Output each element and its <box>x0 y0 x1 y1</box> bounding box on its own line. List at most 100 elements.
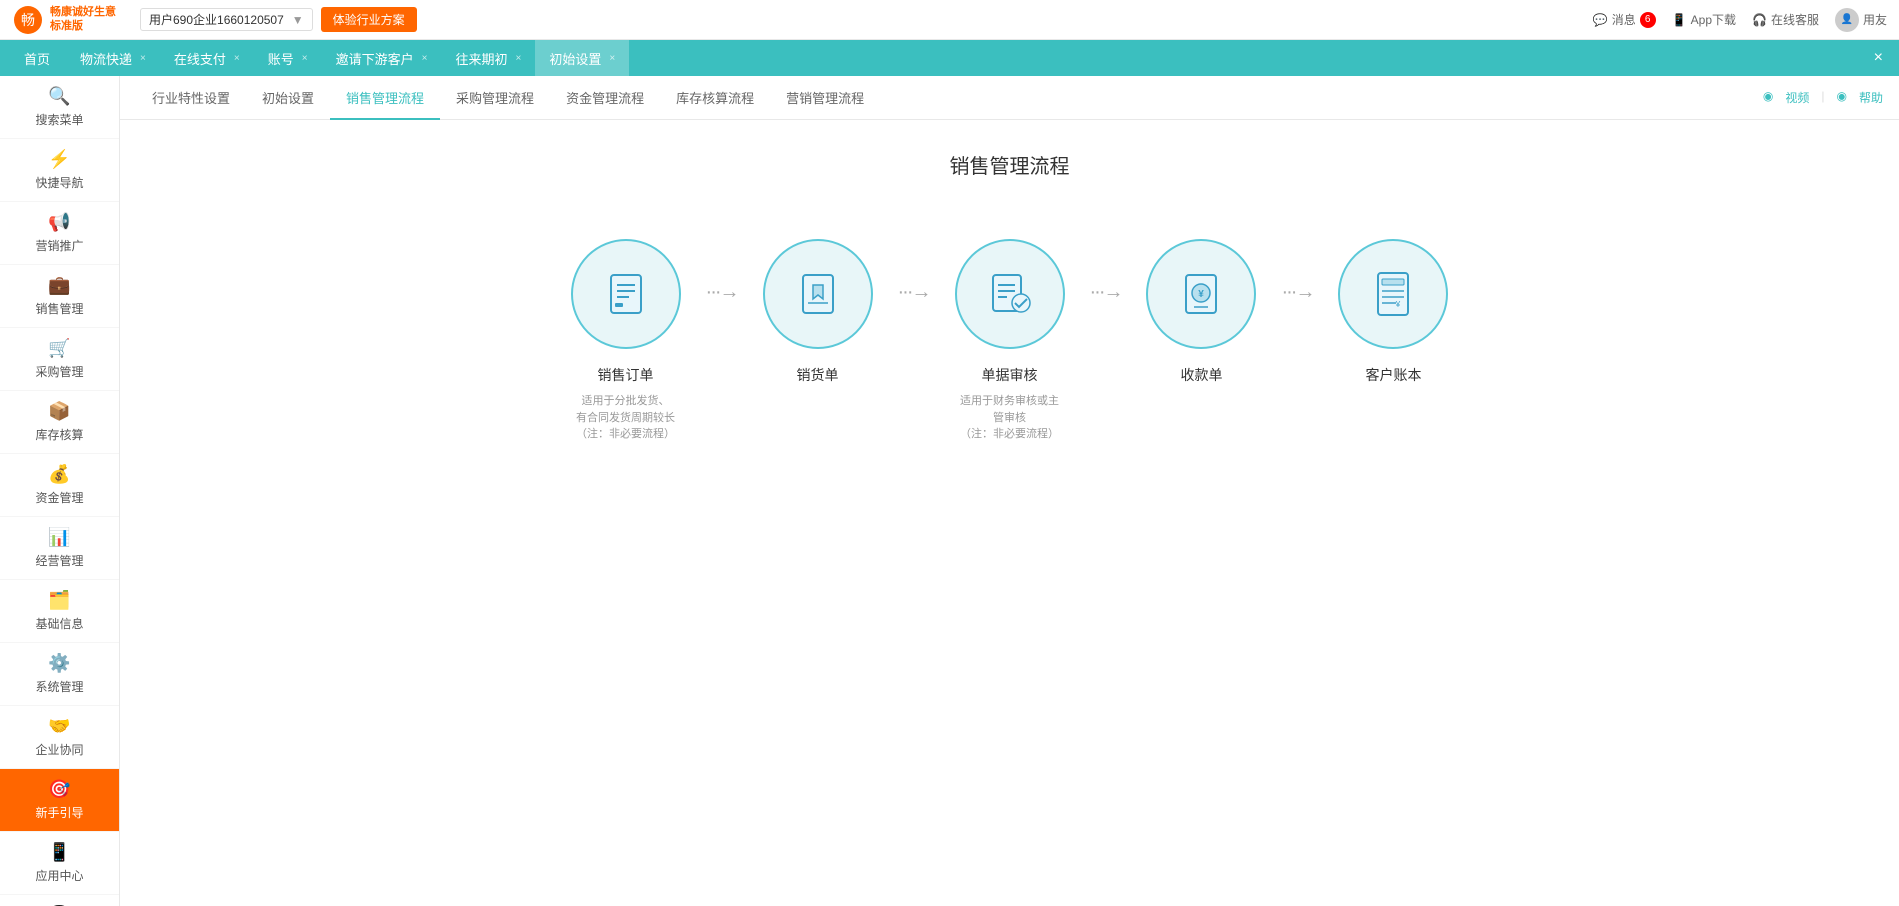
app-icon: 📱 <box>1672 13 1687 27</box>
sidebar-item-label: 企业协同 <box>35 741 83 758</box>
dropdown-arrow-icon: ▼ <box>292 13 304 27</box>
logo-icon: 畅 <box>12 4 44 36</box>
enterprise-icon: 🤝 <box>48 716 70 737</box>
step-label-receipt: 收款单 <box>1180 365 1222 385</box>
nav-tab-logistics[interactable]: 物流快递 × <box>66 40 160 76</box>
close-icon[interactable]: × <box>515 53 521 64</box>
headset-icon: 🎧 <box>1752 13 1767 27</box>
close-all-tabs-button[interactable]: × <box>1866 49 1891 67</box>
subtab-initial[interactable]: 初始设置 <box>246 76 330 120</box>
help-icon: ◉ <box>1837 89 1847 106</box>
inventory-icon: 📦 <box>48 401 70 422</box>
flow-step-audit: 单据审核 适用于财务审核或主管审核（注：非必要流程） <box>930 239 1090 443</box>
step-label-audit: 单据审核 <box>982 365 1038 385</box>
subtab-finance-flow[interactable]: 资金管理流程 <box>550 76 660 120</box>
user-selector[interactable]: 用户690企业1660120507 ▼ <box>140 8 313 31</box>
message-icon: 💬 <box>1593 13 1608 27</box>
subtab-industry[interactable]: 行业特性设置 <box>136 76 246 120</box>
sidebar-item-inventory[interactable]: 📦 库存核算 <box>0 391 119 454</box>
user-menu-button[interactable]: 👤 用友 <box>1835 8 1887 32</box>
flow-circle-audit <box>955 239 1065 349</box>
video-button[interactable]: 视频 <box>1785 89 1809 106</box>
sidebar-item-label: 库存核算 <box>35 426 83 443</box>
sidebar-item-wechat[interactable]: 💬 企业微信 <box>0 895 119 906</box>
sidebar-item-marketing[interactable]: 📢 营销推广 <box>0 202 119 265</box>
sidebar-item-sales[interactable]: 💼 销售管理 <box>0 265 119 328</box>
sidebar-item-system[interactable]: ⚙️ 系统管理 <box>0 643 119 706</box>
delivery-icon <box>793 269 843 319</box>
sidebar-item-label: 基础信息 <box>35 615 83 632</box>
flow-arrow-3: ···→ <box>1090 239 1122 304</box>
sidebar-item-quicknav[interactable]: ⚡ 快捷导航 <box>0 139 119 202</box>
app-download-button[interactable]: 📱 App下载 <box>1672 11 1736 28</box>
sidebar-item-label: 应用中心 <box>35 867 83 884</box>
subtab-purchase-flow[interactable]: 采购管理流程 <box>440 76 550 120</box>
sidebar-item-search[interactable]: 🔍 搜索菜单 <box>0 76 119 139</box>
step-desc-sales-order: 适用于分批发货、有合同发货周期较长（注：非必要流程） <box>576 393 675 443</box>
audit-icon <box>985 269 1035 319</box>
logo-area: 畅 畅康诚好生意 标准版 <box>12 4 132 36</box>
top-bar: 畅 畅康诚好生意 标准版 用户690企业1660120507 ▼ 体验行业方案 … <box>0 0 1899 40</box>
receipt-icon: ¥ <box>1176 269 1226 319</box>
flow-circle-account: ¥ <box>1338 239 1448 349</box>
sidebar-item-finance[interactable]: 💰 资金管理 <box>0 454 119 517</box>
sidebar-item-label: 采购管理 <box>35 363 83 380</box>
close-icon[interactable]: × <box>302 53 308 64</box>
content-area: 行业特性设置 初始设置 销售管理流程 采购管理流程 资金管理流程 库存核算流程 … <box>120 76 1899 906</box>
top-bar-right: 💬 消息 6 📱 App下载 🎧 在线客服 👤 用友 <box>1593 8 1887 32</box>
close-icon[interactable]: × <box>234 53 240 64</box>
subtab-actions: ◉ 视频 | ◉ 帮助 <box>1763 89 1883 106</box>
flow-arrow-2: ···→ <box>898 239 930 304</box>
flow-arrow-4: ···→ <box>1281 239 1313 304</box>
nav-tab-payment[interactable]: 在线支付 × <box>160 40 254 76</box>
search-icon: 🔍 <box>48 86 70 107</box>
help-button[interactable]: 帮助 <box>1859 89 1883 106</box>
message-badge: 6 <box>1640 12 1656 28</box>
sidebar-item-purchase[interactable]: 🛒 采购管理 <box>0 328 119 391</box>
sidebar-item-basic[interactable]: 🗂️ 基础信息 <box>0 580 119 643</box>
online-service-button[interactable]: 🎧 在线客服 <box>1752 11 1819 28</box>
sidebar-item-appcenter[interactable]: 📱 应用中心 <box>0 832 119 895</box>
subtab-marketing-flow[interactable]: 营销管理流程 <box>770 76 880 120</box>
flow-step-sales-order: 销售订单 适用于分批发货、有合同发货周期较长（注：非必要流程） <box>546 239 706 443</box>
appcenter-icon: 📱 <box>48 842 70 863</box>
logo-text: 畅康诚好生意 标准版 <box>50 6 116 32</box>
close-icon[interactable]: × <box>422 53 428 64</box>
message-button[interactable]: 💬 消息 6 <box>1593 11 1656 28</box>
close-icon[interactable]: × <box>140 53 146 64</box>
sidebar-item-label: 资金管理 <box>35 489 83 506</box>
flow-step-delivery: 销货单 <box>738 239 898 393</box>
step-label-sales-order: 销售订单 <box>598 365 654 385</box>
nav-tabs: 首页 物流快递 × 在线支付 × 账号 × 邀请下游客户 × 往来期初 × 初始… <box>0 40 1899 76</box>
basic-icon: 🗂️ <box>48 590 70 611</box>
subtab-sales-flow[interactable]: 销售管理流程 <box>330 76 440 120</box>
svg-text:¥: ¥ <box>1395 300 1401 309</box>
sub-tabs: 行业特性设置 初始设置 销售管理流程 采购管理流程 资金管理流程 库存核算流程 … <box>120 76 1899 120</box>
subtab-inventory-flow[interactable]: 库存核算流程 <box>660 76 770 120</box>
nav-tab-home[interactable]: 首页 <box>8 40 66 76</box>
sales-order-icon <box>601 269 651 319</box>
svg-text:¥: ¥ <box>1199 289 1205 300</box>
nav-tab-invite[interactable]: 邀请下游客户 × <box>322 40 442 76</box>
flow-title: 销售管理流程 <box>160 150 1859 179</box>
close-icon[interactable]: × <box>609 53 615 64</box>
try-solution-button[interactable]: 体验行业方案 <box>321 7 417 32</box>
sidebar: 🔍 搜索菜单 ⚡ 快捷导航 📢 营销推广 💼 销售管理 🛒 采购管理 📦 库存核… <box>0 76 120 906</box>
nav-tab-initial-setup[interactable]: 初始设置 × <box>535 40 629 76</box>
sidebar-item-newguide[interactable]: 🎯 新手引导 <box>0 769 119 832</box>
newguide-icon: 🎯 <box>48 779 70 800</box>
sidebar-item-label: 快捷导航 <box>35 174 83 191</box>
sidebar-item-label: 搜索菜单 <box>35 111 83 128</box>
flow-arrow-1: ···→ <box>706 239 738 304</box>
sidebar-item-operation[interactable]: 📊 经营管理 <box>0 517 119 580</box>
nav-tab-period[interactable]: 往来期初 × <box>441 40 535 76</box>
nav-tab-account[interactable]: 账号 × <box>254 40 322 76</box>
purchase-icon: 🛒 <box>48 338 70 359</box>
sidebar-item-enterprise[interactable]: 🤝 企业协同 <box>0 706 119 769</box>
svg-text:畅: 畅 <box>21 12 35 28</box>
flow-diagram: 销售订单 适用于分批发货、有合同发货周期较长（注：非必要流程） ···→ 销货单 <box>160 239 1859 443</box>
finance-icon: 💰 <box>48 464 70 485</box>
sidebar-item-label: 经营管理 <box>35 552 83 569</box>
sidebar-item-label: 营销推广 <box>35 237 83 254</box>
sales-icon: 💼 <box>48 275 70 296</box>
